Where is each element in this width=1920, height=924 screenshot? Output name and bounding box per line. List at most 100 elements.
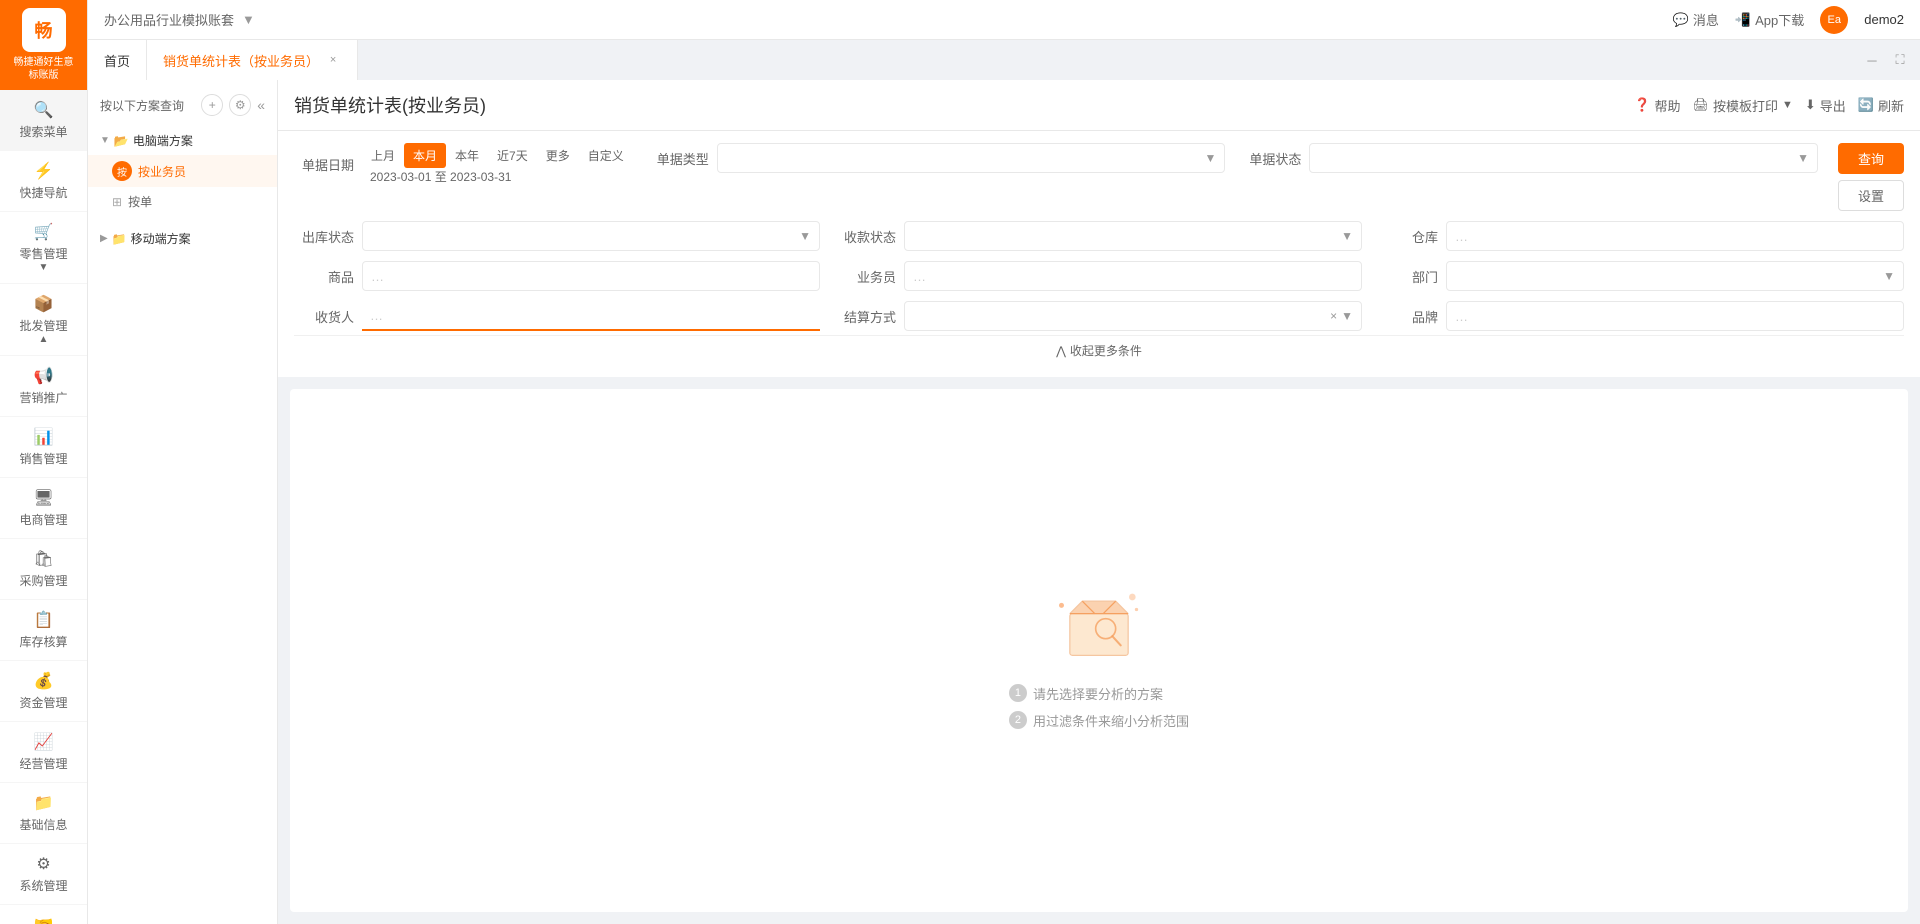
warehouse-label: 仓库 [1378, 227, 1438, 246]
sidebar-item-purchase[interactable]: 🛍 采购管理 [0, 539, 87, 600]
sidebar: 畅 畅捷通好生意 标账版 🔍 搜索菜单 ⚡ 快捷导航 🛒 零售管理 ▼ 📦 批发… [0, 0, 88, 924]
date-label: 单据日期 [294, 155, 354, 174]
arrow-down-icon: ▼ [100, 135, 110, 146]
date-this-year-btn[interactable]: 本年 [446, 143, 488, 168]
sidebar-item-ecommerce[interactable]: 🖥 电商管理 [0, 478, 87, 539]
tab-maximize-button[interactable]: ⛶ [1888, 48, 1912, 72]
scheme-item-salesperson[interactable]: 按 按业务员 [88, 155, 277, 187]
department-field[interactable]: ▼ [1446, 261, 1904, 291]
header-right: 💬 消息 📲 App下载 Ea demo2 [1673, 6, 1904, 34]
tab-minimize-button[interactable]: ─ [1860, 48, 1884, 72]
date-last-month-btn[interactable]: 上月 [362, 143, 404, 168]
sidebar-item-marketing[interactable]: 📢 营销推广 [0, 356, 87, 417]
doc-icon: ⊞ [112, 195, 122, 209]
collapse-more-button[interactable]: ⋀ 收起更多条件 [294, 335, 1904, 365]
top-header: 办公用品行业模拟账套 ▼ 💬 消息 📲 App下载 Ea demo2 [88, 0, 1920, 40]
lp-toolbar: + ⚙ « [201, 94, 265, 116]
settlement-clear-button[interactable]: × [1330, 309, 1337, 323]
settlement-field[interactable]: × ▼ [904, 301, 1362, 331]
date-7days-btn[interactable]: 近7天 [488, 143, 537, 168]
doc-status-field[interactable]: ▼ [1309, 143, 1818, 173]
user-name: demo2 [1864, 12, 1904, 27]
receiver-field[interactable]: … [362, 301, 820, 331]
scheme-item-by-doc[interactable]: ⊞ 按单 [88, 187, 277, 216]
messages-button[interactable]: 💬 消息 [1673, 10, 1719, 29]
left-panel: 按以下方案查询 + ⚙ « ▼ 📂 电脑端方案 按 按业务员 [88, 80, 278, 924]
sidebar-item-search[interactable]: 🔍 搜索菜单 [0, 90, 87, 151]
warehouse-field[interactable]: … [1446, 221, 1904, 251]
brand-label: 品牌 [1378, 307, 1438, 326]
empty-tip-2: 2 用过滤条件来缩小分析范围 [1009, 711, 1189, 730]
query-button[interactable]: 查询 [1838, 143, 1904, 174]
tab-sales-statistics[interactable]: 销货单统计表（按业务员） × [147, 40, 358, 80]
active-tab-label: 销货单统计表（按业务员） [163, 51, 319, 70]
action-buttons: 查询 设置 [1838, 143, 1904, 211]
print-button[interactable]: 🖨 按模板打印 ▼ [1692, 96, 1792, 115]
tab-bar: 首页 销货单统计表（按业务员） × ─ ⛶ [88, 40, 1920, 80]
mobile-scheme-section: ▶ 📁 移动端方案 [88, 220, 277, 257]
sidebar-item-sales[interactable]: 📊 销售管理 [0, 417, 87, 478]
lp-add-button[interactable]: + [201, 94, 223, 116]
empty-tip-1: 1 请先选择要分析的方案 [1009, 684, 1189, 703]
export-button[interactable]: ⬇ 导出 [1805, 96, 1846, 115]
sidebar-item-finance[interactable]: 💰 资金管理 [0, 661, 87, 722]
lp-settings-button[interactable]: ⚙ [229, 94, 251, 116]
page-title: 销货单统计表(按业务员) [294, 92, 486, 118]
mobile-scheme-title[interactable]: ▶ 📁 移动端方案 [88, 224, 277, 253]
salesperson-label: 业务员 [836, 267, 896, 286]
doc-status-dropdown-icon: ▼ [1797, 151, 1809, 165]
data-area: 1 请先选择要分析的方案 2 用过滤条件来缩小分析范围 [290, 389, 1908, 912]
sidebar-item-retail[interactable]: 🛒 零售管理 ▼ [0, 212, 87, 284]
settings-button[interactable]: 设置 [1838, 180, 1904, 211]
refresh-icon: 🔄 [1858, 97, 1874, 113]
settlement-dropdown-icon: ▼ [1341, 309, 1353, 323]
industry-label: 办公用品行业模拟账套 [104, 10, 234, 29]
salesperson-field[interactable]: … [904, 261, 1362, 291]
print-dropdown-icon: ▼ [1782, 99, 1793, 111]
app-download-button[interactable]: 📲 App下载 [1735, 10, 1804, 29]
tab-actions: ─ ⛶ [1860, 48, 1920, 72]
sales-icon: 📊 [34, 427, 54, 447]
finance-icon: 💰 [34, 671, 54, 691]
goods-field[interactable]: … [362, 261, 820, 291]
sidebar-item-quicknav[interactable]: ⚡ 快捷导航 [0, 151, 87, 212]
app-logo[interactable]: 畅 畅捷通好生意 标账版 [0, 0, 87, 90]
sidebar-item-inventory[interactable]: 📋 库存核算 [0, 600, 87, 661]
basic-icon: 📁 [34, 793, 54, 813]
message-icon: 💬 [1673, 12, 1689, 28]
payment-status-label: 收款状态 [836, 227, 896, 246]
arrow-right-icon: ▶ [100, 233, 108, 244]
desktop-scheme-section: ▼ 📂 电脑端方案 按 按业务员 ⊞ 按单 [88, 122, 277, 220]
desktop-scheme-title[interactable]: ▼ 📂 电脑端方案 [88, 126, 277, 155]
left-panel-header: 按以下方案查询 + ⚙ « [88, 88, 277, 122]
sidebar-item-operations[interactable]: 📈 经营管理 [0, 722, 87, 783]
doc-status-label: 单据状态 [1241, 149, 1301, 168]
doc-type-dropdown-icon: ▼ [1204, 151, 1216, 165]
out-status-field[interactable]: ▼ [362, 221, 820, 251]
doc-type-label: 单据类型 [649, 149, 709, 168]
date-more-btn[interactable]: 更多 [537, 143, 579, 168]
left-panel-title: 按以下方案查询 [100, 97, 184, 114]
brand-field[interactable]: … [1446, 301, 1904, 331]
header-left: 办公用品行业模拟账套 ▼ [104, 10, 255, 29]
print-icon: 🖨 [1692, 97, 1709, 113]
empty-tips: 1 请先选择要分析的方案 2 用过滤条件来缩小分析范围 [1009, 684, 1189, 730]
sidebar-item-basic[interactable]: 📁 基础信息 [0, 783, 87, 844]
refresh-button[interactable]: 🔄 刷新 [1858, 96, 1904, 115]
help-button[interactable]: ❓ 帮助 [1634, 96, 1680, 115]
sidebar-item-enterprise[interactable]: 🤝 企业协同 [0, 905, 87, 924]
date-this-month-btn[interactable]: 本月 [404, 143, 446, 168]
goods-label: 商品 [294, 267, 354, 286]
user-avatar[interactable]: Ea [1820, 6, 1848, 34]
date-custom-btn[interactable]: 自定义 [579, 143, 633, 168]
tab-close-button[interactable]: × [325, 52, 341, 68]
export-icon: ⬇ [1805, 97, 1816, 113]
tab-home[interactable]: 首页 [88, 40, 147, 80]
doc-type-field[interactable]: ▼ [717, 143, 1226, 173]
sidebar-item-system[interactable]: ⚙ 系统管理 [0, 844, 87, 905]
right-content: 销货单统计表(按业务员) ❓ 帮助 🖨 按模板打印 ▼ ⬇ [278, 80, 1920, 924]
enterprise-icon: 🤝 [34, 915, 54, 924]
lp-collapse-button[interactable]: « [257, 97, 265, 113]
sidebar-item-wholesale[interactable]: 📦 批发管理 ▲ [0, 284, 87, 356]
payment-status-field[interactable]: ▼ [904, 221, 1362, 251]
